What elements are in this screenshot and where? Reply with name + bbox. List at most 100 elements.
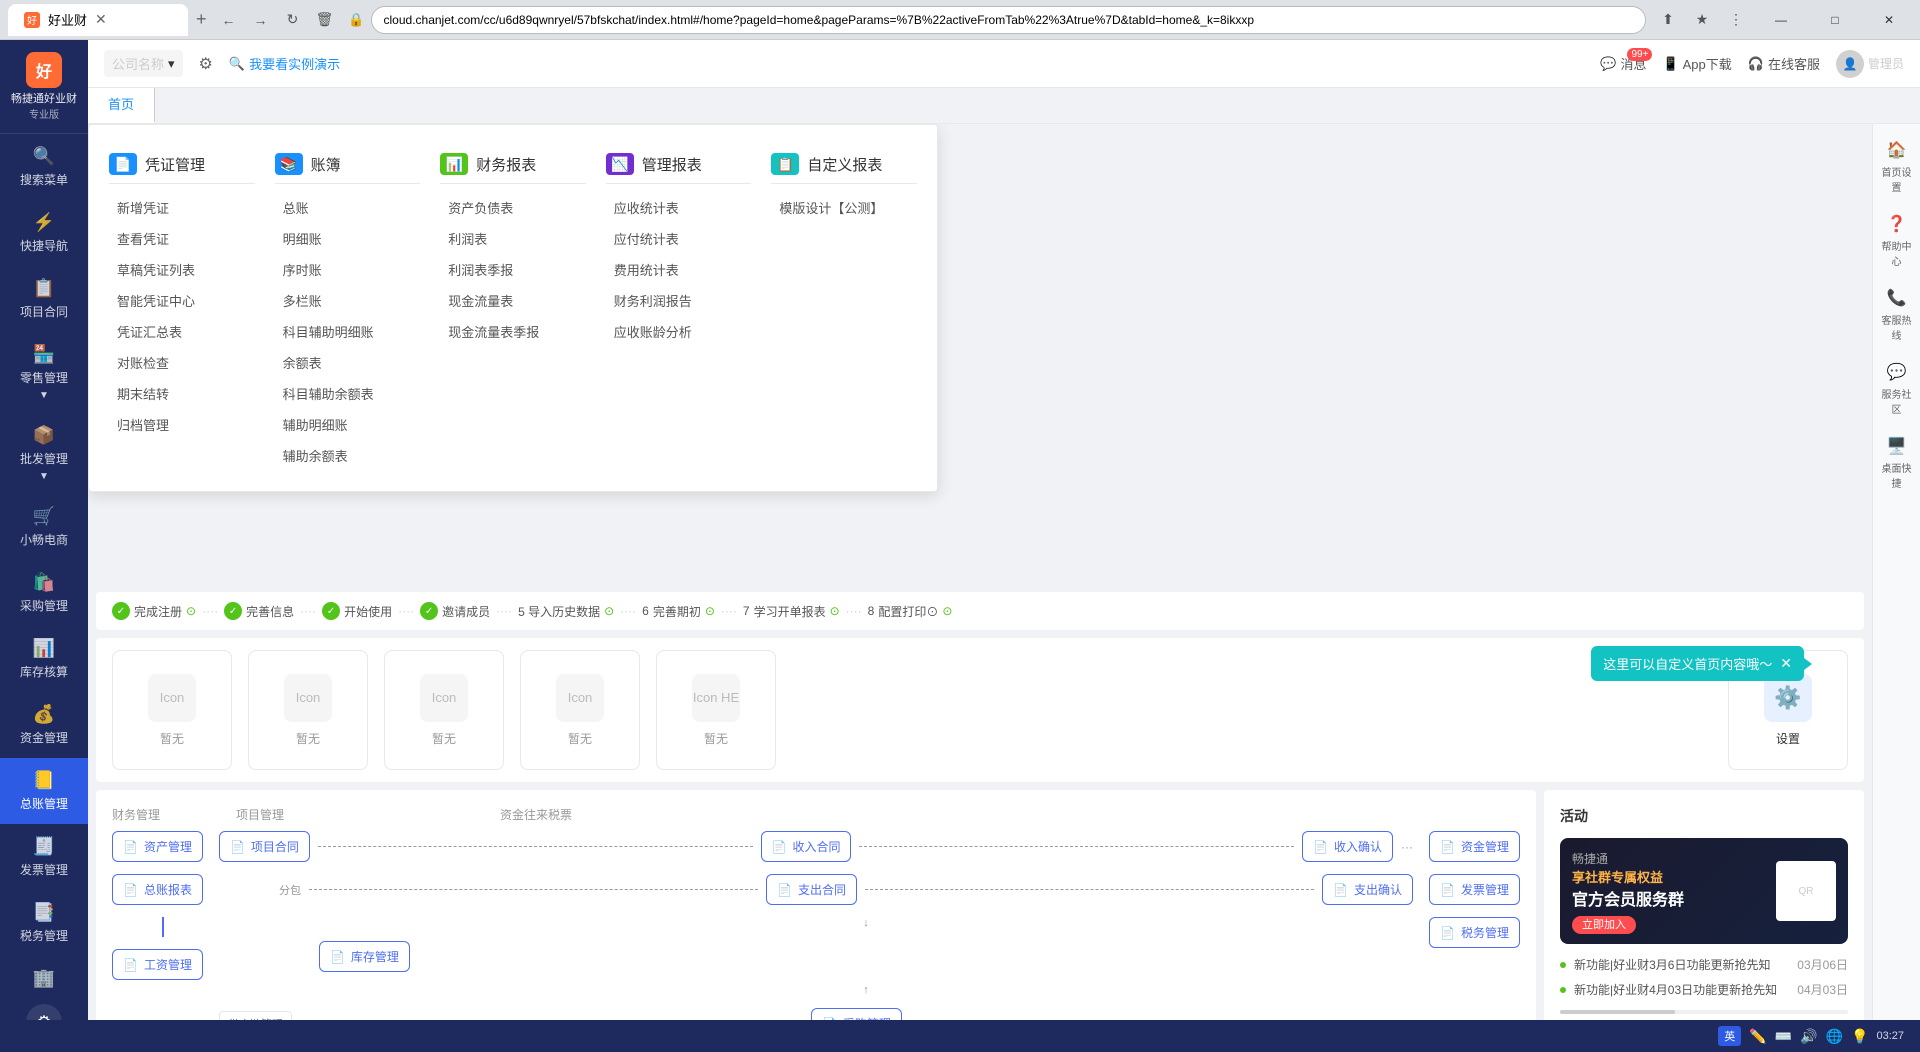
menu-item-subject-aux-balance[interactable]: 科目辅助余额表 <box>275 378 421 409</box>
menu-item-cashflow[interactable]: 现金流量表 <box>440 285 586 316</box>
app-download-button[interactable]: 📱 App下载 <box>1662 54 1731 73</box>
icon-card-1[interactable]: Icon 暂无 <box>112 650 232 770</box>
menu-item-multi-column-ledger[interactable]: 多栏账 <box>275 285 421 316</box>
sidebar-item-search[interactable]: 🔍 搜索菜单 <box>0 134 88 200</box>
flow-node-salary-mgmt[interactable]: 📄 工资管理 <box>112 949 203 980</box>
icon-card-2[interactable]: Icon 暂无 <box>248 650 368 770</box>
sidebar-item-project-contract[interactable]: 📋 项目合同 <box>0 266 88 332</box>
online-service-button[interactable]: 🎧 在线客服 <box>1748 54 1820 73</box>
flow-node-expense-contract[interactable]: 📄 支出合同 <box>766 874 857 905</box>
menu-item-profit-quarterly[interactable]: 利润表季报 <box>440 254 586 285</box>
menu-item-archive[interactable]: 归档管理 <box>109 409 255 440</box>
sidebar-item-shortcut[interactable]: ⚡ 快捷导航 <box>0 200 88 266</box>
menu-item-balance-sheet[interactable]: 余额表 <box>275 347 421 378</box>
aside-help-center[interactable]: ❓ 帮助中心 <box>1877 206 1917 276</box>
news-text-1[interactable]: 新功能|好业财3月6日功能更新抢先知 <box>1574 956 1789 973</box>
sidebar-item-fixed-assets[interactable]: 🏢 固定资产 <box>0 956 88 992</box>
tab-close-button[interactable]: ✕ <box>95 11 107 28</box>
browser-tab[interactable]: 好 好业财 ✕ <box>8 4 188 36</box>
sidebar-item-capital[interactable]: 💰 资金管理 <box>0 692 88 758</box>
flow-node-tax-mgmt[interactable]: 📄 税务管理 <box>1429 917 1520 948</box>
taskbar-icon-4[interactable]: 🌐 <box>1826 1028 1843 1045</box>
sidebar-item-general-ledger[interactable]: 📒 总账管理 <box>0 758 88 824</box>
menu-item-aux-balance[interactable]: 辅助余额表 <box>275 440 421 471</box>
icon-card-3[interactable]: Icon 暂无 <box>384 650 504 770</box>
flow-node-income-confirm[interactable]: 📄 收入确认 <box>1302 831 1393 862</box>
aside-service-community[interactable]: 💬 服务社区 <box>1877 354 1917 424</box>
forward-button[interactable]: → <box>247 6 275 34</box>
taskbar-icon-5[interactable]: 💡 <box>1851 1028 1868 1045</box>
settings-icon-button[interactable]: ⚙ <box>191 50 221 78</box>
menu-item-balance-sheet-report[interactable]: 资产负债表 <box>440 192 586 223</box>
menu-item-template-design[interactable]: 模版设计【公测】 <box>771 192 917 223</box>
flow-node-expense-confirm[interactable]: 📄 支出确认 <box>1322 874 1413 905</box>
menu-item-profit-statement[interactable]: 利润表 <box>440 223 586 254</box>
flow-node-invoice-mgmt[interactable]: 📄 发票管理 <box>1429 874 1520 905</box>
sidebar-item-inventory[interactable]: 📊 库存核算 <box>0 626 88 692</box>
cast-button[interactable]: ⬆ <box>1654 6 1682 34</box>
aside-home-settings[interactable]: 🏠 首页设置 <box>1877 132 1917 202</box>
maximize-button[interactable]: □ <box>1812 5 1858 35</box>
news-text-2[interactable]: 新功能|好业财4月03日功能更新抢先知 <box>1574 981 1789 998</box>
demo-search-button[interactable]: 🔍 我要看实例演示 <box>229 54 340 73</box>
menu-item-ar-stats[interactable]: 应收统计表 <box>606 192 752 223</box>
tooltip-close-button[interactable]: ✕ <box>1780 655 1792 672</box>
more-button[interactable]: ⋮ <box>1722 6 1750 34</box>
aside-desktop-shortcut[interactable]: 🖥️ 桌面快捷 <box>1877 428 1917 498</box>
menu-item-profit-report[interactable]: 财务利润报告 <box>606 285 752 316</box>
menu-item-smart-voucher[interactable]: 智能凭证中心 <box>109 285 255 316</box>
menu-item-ar-aging[interactable]: 应收账龄分析 <box>606 316 752 347</box>
taskbar: 英 ✏️ ⌨️ 🔊 🌐 💡 03:27 <box>0 1020 1920 1052</box>
sidebar-item-ecommerce[interactable]: 🛒 小畅电商 <box>0 494 88 560</box>
taskbar-icon-3[interactable]: 🔊 <box>1800 1028 1817 1045</box>
flow-node-inventory-mgmt[interactable]: 📄 库存管理 <box>319 941 410 972</box>
delete-button[interactable]: 🗑 <box>311 6 339 34</box>
flow-node-general-ledger-report[interactable]: 📄 总账报表 <box>112 874 203 905</box>
menu-item-period-close[interactable]: 期末结转 <box>109 378 255 409</box>
company-selector[interactable]: 公司名称 ▾ <box>104 50 183 77</box>
menu-item-view-voucher[interactable]: 查看凭证 <box>109 223 255 254</box>
menu-item-new-voucher[interactable]: 新增凭证 <box>109 192 255 223</box>
menu-item-ap-stats[interactable]: 应付统计表 <box>606 223 752 254</box>
sidebar-item-wholesale[interactable]: 📦 批发管理 ▼ <box>0 413 88 494</box>
menu-item-subject-aux-detail[interactable]: 科目辅助明细账 <box>275 316 421 347</box>
sidebar-item-invoice[interactable]: 🧾 发票管理 <box>0 824 88 890</box>
sidebar-item-purchase[interactable]: 🛍️ 采购管理 <box>0 560 88 626</box>
minimize-button[interactable]: — <box>1758 5 1804 35</box>
join-btn[interactable]: 立即加入 <box>1572 916 1684 932</box>
user-profile-button[interactable]: 👤 管理员 <box>1836 50 1904 78</box>
flow-node-project-contract[interactable]: 📄 项目合同 <box>219 831 310 862</box>
new-tab-button[interactable]: + <box>196 9 207 30</box>
menu-item-sequence-ledger[interactable]: 序时账 <box>275 254 421 285</box>
address-bar[interactable] <box>371 6 1646 34</box>
flow-node-income-contract[interactable]: 📄 收入合同 <box>761 831 852 862</box>
flow-node-asset-mgmt[interactable]: 📄 资产管理 <box>112 831 203 862</box>
taskbar-icon-1[interactable]: ✏️ <box>1749 1028 1766 1045</box>
mgmt-report-section: 📉 管理报表 应收统计表 应付统计表 费用统计表 财务利润报告 应收账龄分析 <box>606 145 752 471</box>
scroll-thumb[interactable] <box>1560 1010 1675 1014</box>
sidebar-item-tax[interactable]: 📑 税务管理 <box>0 890 88 956</box>
menu-item-expense-stats[interactable]: 费用统计表 <box>606 254 752 285</box>
taskbar-icon-2[interactable]: ⌨️ <box>1775 1028 1792 1045</box>
close-button[interactable]: ✕ <box>1866 5 1912 35</box>
menu-item-aux-detail[interactable]: 辅助明细账 <box>275 409 421 440</box>
menu-item-reconcile[interactable]: 对账检查 <box>109 347 255 378</box>
menu-item-voucher-summary[interactable]: 凭证汇总表 <box>109 316 255 347</box>
icon-card-4[interactable]: Icon 暂无 <box>520 650 640 770</box>
join-label[interactable]: 立即加入 <box>1572 916 1636 934</box>
back-button[interactable]: ← <box>215 6 243 34</box>
menu-item-draft-voucher[interactable]: 草稿凭证列表 <box>109 254 255 285</box>
flow-node-capital-mgmt[interactable]: 📄 资金管理 <box>1429 831 1520 862</box>
tab-home[interactable]: 首页 <box>88 86 155 123</box>
menu-item-cashflow-quarterly[interactable]: 现金流量表季报 <box>440 316 586 347</box>
aside-customer-service[interactable]: 📞 客服热线 <box>1877 280 1917 350</box>
refresh-button[interactable]: ↻ <box>279 6 307 34</box>
icon-card-he[interactable]: Icon HE 暂无 <box>656 650 776 770</box>
menu-item-detailed-ledger[interactable]: 明细账 <box>275 223 421 254</box>
messages-button[interactable]: 💬 消息 99+ <box>1600 54 1646 73</box>
menu-item-general-ledger[interactable]: 总账 <box>275 192 421 223</box>
sidebar: 好 畅捷通好业财 专业版 🔍 搜索菜单 ⚡ 快捷导航 📋 项目合同 🏪 零售管理… <box>0 40 88 1052</box>
sidebar-item-retail[interactable]: 🏪 零售管理 ▼ <box>0 332 88 413</box>
taskbar-lang-zh[interactable]: 英 <box>1718 1026 1741 1046</box>
star-button[interactable]: ★ <box>1688 6 1716 34</box>
